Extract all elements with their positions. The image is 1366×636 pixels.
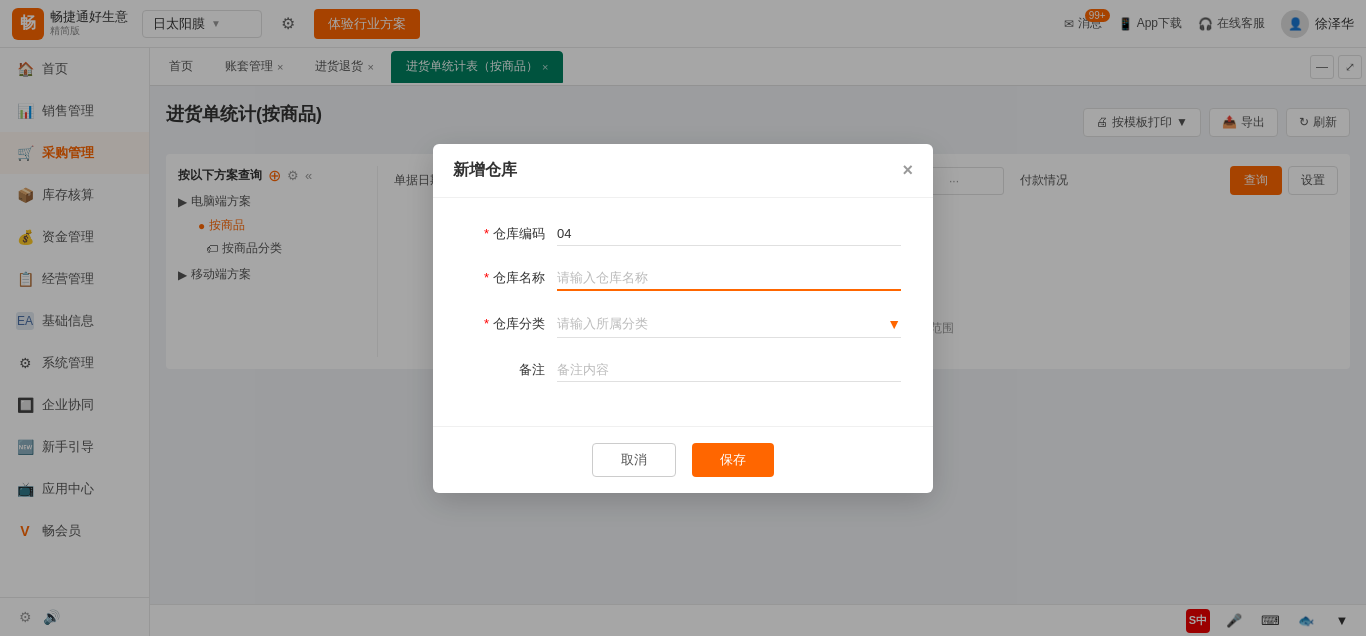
modal-close-button[interactable]: × — [902, 161, 913, 179]
modal-footer: 取消 保存 — [433, 426, 933, 493]
warehouse-name-input[interactable] — [557, 266, 901, 291]
warehouse-note-row: 备注 — [465, 358, 901, 382]
category-placeholder: 请输入所属分类 — [557, 315, 887, 333]
category-arrow-icon: ▼ — [887, 316, 901, 332]
warehouse-code-row: 仓库编码 — [465, 222, 901, 246]
warehouse-category-row: 仓库分类 请输入所属分类 ▼ — [465, 311, 901, 338]
name-label: 仓库名称 — [465, 269, 545, 287]
note-label: 备注 — [465, 361, 545, 379]
modal-header: 新增仓库 × — [433, 144, 933, 198]
modal-title: 新增仓库 — [453, 160, 517, 181]
warehouse-name-row: 仓库名称 — [465, 266, 901, 291]
warehouse-code-input[interactable] — [557, 222, 901, 246]
warehouse-note-input[interactable] — [557, 358, 901, 382]
add-warehouse-modal: 新增仓库 × 仓库编码 仓库名称 仓库分类 请输入所属分类 ▼ — [433, 144, 933, 493]
modal-overlay: 新增仓库 × 仓库编码 仓库名称 仓库分类 请输入所属分类 ▼ — [0, 0, 1366, 636]
save-button[interactable]: 保存 — [692, 443, 774, 477]
category-label: 仓库分类 — [465, 315, 545, 333]
code-label: 仓库编码 — [465, 225, 545, 243]
cancel-button[interactable]: 取消 — [592, 443, 676, 477]
warehouse-category-select[interactable]: 请输入所属分类 ▼ — [557, 311, 901, 338]
modal-body: 仓库编码 仓库名称 仓库分类 请输入所属分类 ▼ 备注 — [433, 198, 933, 426]
